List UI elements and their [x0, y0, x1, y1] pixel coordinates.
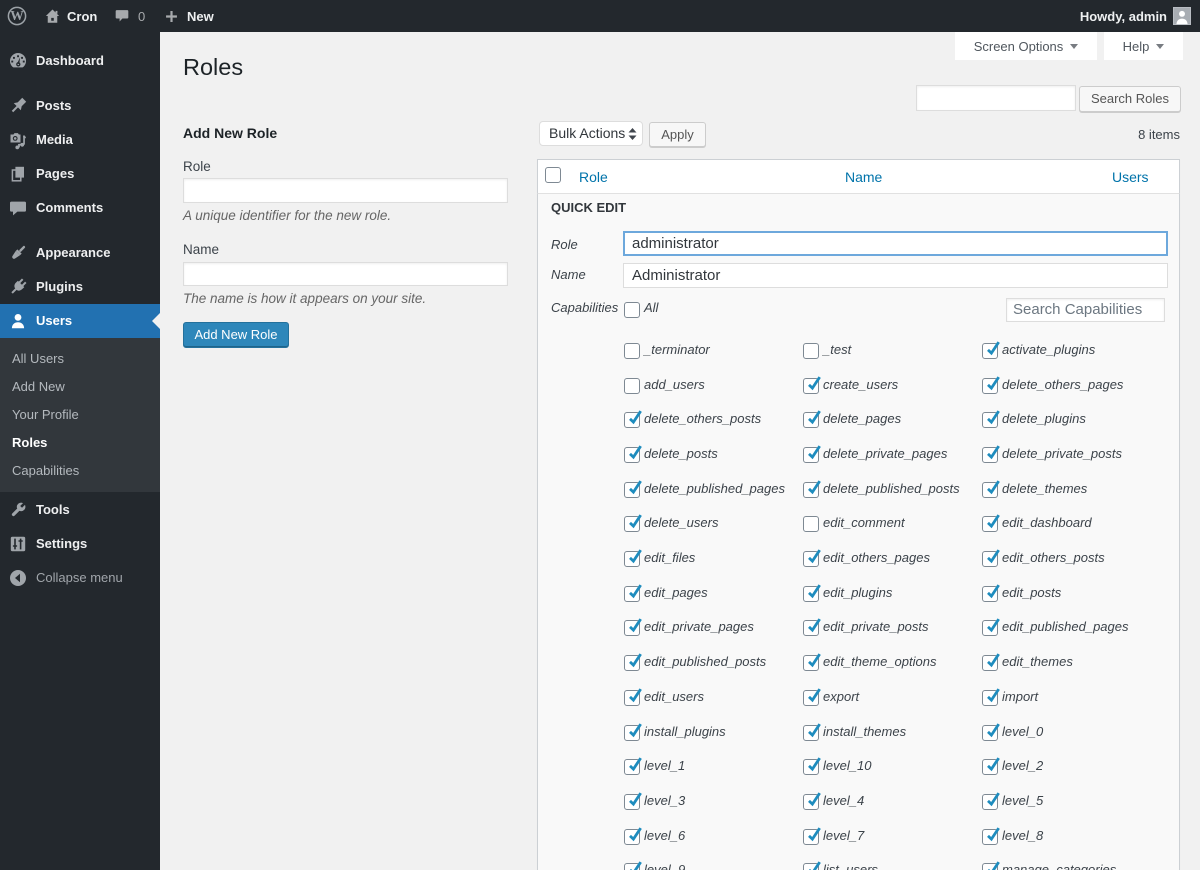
svg-text:W: W — [10, 8, 24, 23]
